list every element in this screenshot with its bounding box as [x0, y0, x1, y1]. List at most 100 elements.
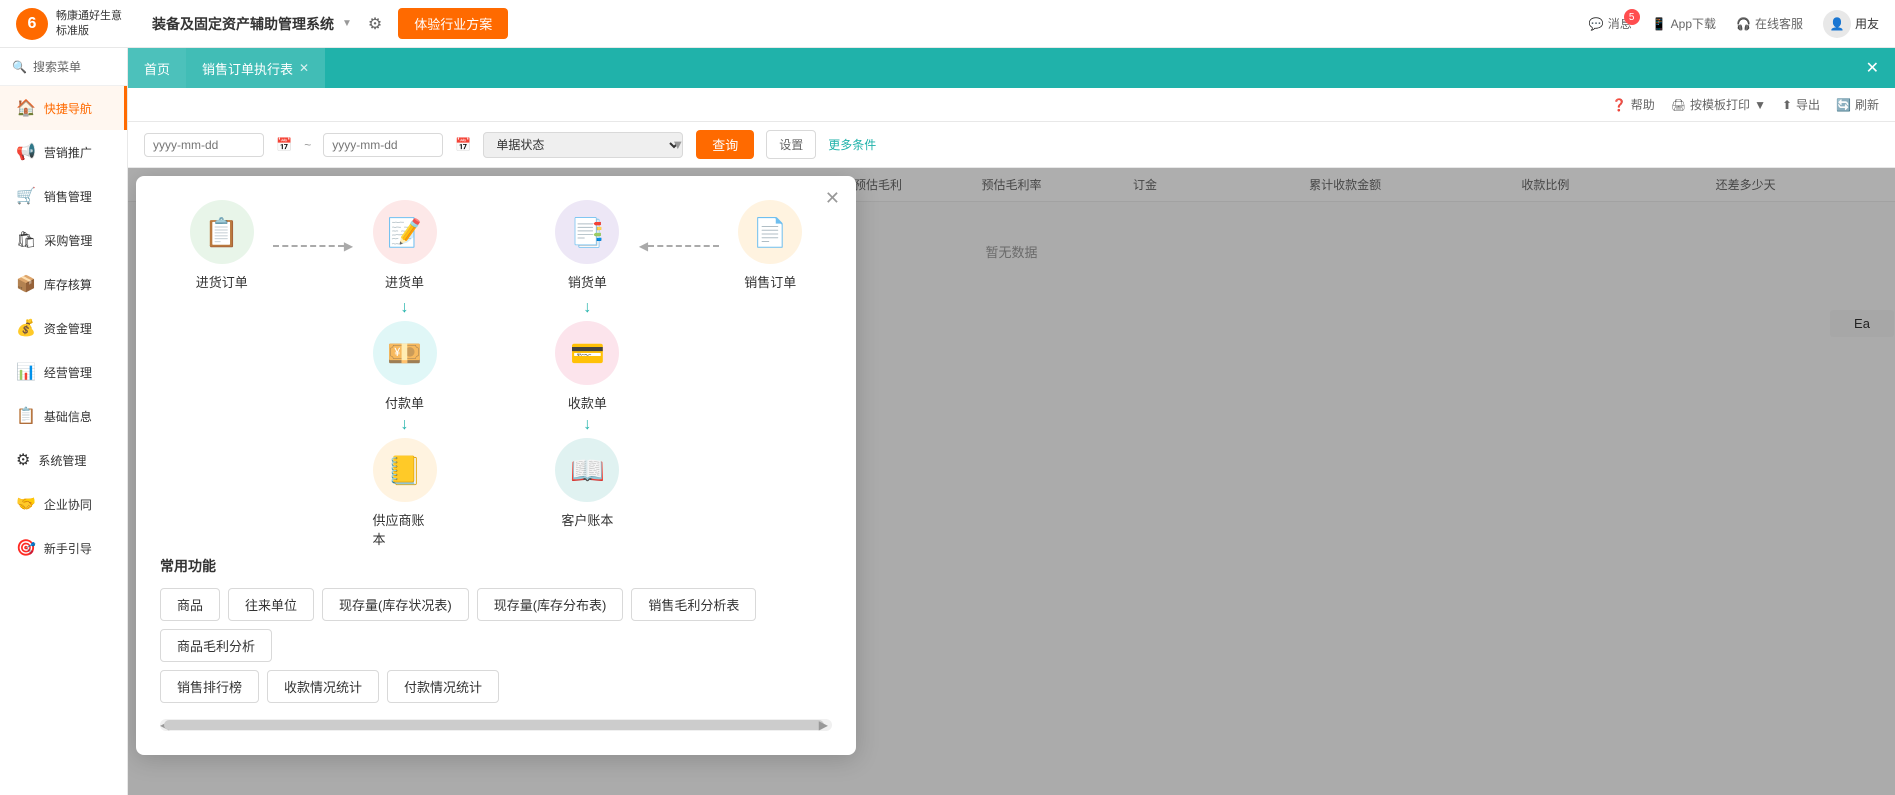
arrow-down-purchase: ↓: [401, 299, 409, 317]
online-service-btn[interactable]: 🎧 在线客服: [1736, 15, 1803, 32]
flow-node-payment[interactable]: 💴 付款单: [373, 321, 437, 412]
modal-overlay[interactable]: ✕ 📋 进货订单 ▶: [128, 168, 1895, 795]
receipt-circle: 💳: [555, 321, 619, 385]
tab-sales-order[interactable]: 销售订单执行表 ✕: [186, 48, 325, 88]
user-avatar-btn[interactable]: 👤 用友: [1823, 10, 1879, 38]
system-dropdown-icon[interactable]: ▼: [342, 18, 352, 29]
date-input[interactable]: [144, 133, 264, 157]
flow-node-customer-ledger[interactable]: 📖 客户账本: [555, 438, 619, 529]
more-conditions-btn[interactable]: 更多条件: [828, 136, 876, 153]
flow-node-receipt[interactable]: 💳 收款单: [555, 321, 619, 412]
settings-icon[interactable]: ⚙: [368, 14, 382, 34]
flow-node-sales-bill[interactable]: 📑 销货单: [555, 200, 619, 291]
flow-node-purchase-order[interactable]: 📋 进货订单: [190, 200, 254, 291]
arrow-down-receipt: ↓: [583, 416, 591, 434]
sidebar-item-sales[interactable]: 🛒 销售管理: [0, 174, 127, 218]
func-btn-counterparties[interactable]: 往来单位: [228, 588, 314, 621]
logo-text: 畅康通好生意 标准版: [56, 9, 122, 38]
print-icon: 🖨: [1671, 98, 1686, 112]
func-btn-products[interactable]: 商品: [160, 588, 220, 621]
func-btn-sales-rank[interactable]: 销售排行榜: [160, 670, 259, 703]
funds-icon: 💰: [16, 318, 36, 338]
arrow-purchase-to-bill: ▶: [273, 239, 353, 253]
system-icon: ⚙: [16, 450, 30, 470]
arrow-down-payment: ↓: [401, 416, 409, 434]
sidebar-item-label: 经营管理: [44, 364, 92, 381]
search-menu[interactable]: 🔍 搜索菜单: [0, 48, 127, 86]
func-buttons-row2: 销售排行榜 收款情况统计 付款情况统计: [160, 670, 832, 703]
sidebar-item-label: 企业协同: [44, 496, 92, 513]
modal-close-btn[interactable]: ✕: [825, 188, 840, 209]
user-name: 用友: [1855, 15, 1879, 32]
newbie-icon: 🎯: [16, 538, 36, 558]
payment-label: 付款单: [385, 393, 424, 412]
purchase-icon: 🛍: [16, 230, 36, 250]
calendar-icon[interactable]: 📅: [276, 137, 292, 153]
sidebar-item-inventory[interactable]: 📦 库存核算: [0, 262, 127, 306]
sidebar-item-operations[interactable]: 📊 经营管理: [0, 350, 127, 394]
modal-scrollbar[interactable]: ◀ ▶: [160, 719, 832, 731]
message-btn[interactable]: 💬 消息 5: [1589, 15, 1632, 32]
date-input-end[interactable]: [323, 133, 443, 157]
enterprise-icon: 🤝: [16, 494, 36, 514]
inventory-icon: 📦: [16, 274, 36, 294]
purchase-order-label: 进货订单: [196, 272, 248, 291]
status-select[interactable]: 单据状态: [483, 132, 683, 158]
flow-node-supplier-ledger[interactable]: 📒 供应商账本: [373, 438, 437, 548]
flow-node-sales-order[interactable]: 📄 销售订单: [738, 200, 802, 291]
calendar-icon-end[interactable]: 📅: [455, 137, 471, 153]
sidebar-item-quick-nav[interactable]: 🏠 快捷导航: [0, 86, 127, 130]
func-btn-stock-dist[interactable]: 现存量(库存分布表): [477, 588, 624, 621]
func-btn-receipt-stats[interactable]: 收款情况统计: [267, 670, 379, 703]
tab-close-icon[interactable]: ✕: [299, 61, 309, 75]
filter-bar: 📅 ~ 📅 单据状态 ▼ 查询 设置 更多条件: [128, 122, 1895, 168]
trial-button[interactable]: 体验行业方案: [398, 8, 508, 39]
common-funcs-title: 常用功能: [160, 556, 832, 576]
sidebar-item-label: 快捷导航: [44, 100, 92, 117]
home-icon: 🏠: [16, 98, 36, 118]
customer-ledger-circle: 📖: [555, 438, 619, 502]
func-btn-payment-stats[interactable]: 付款情况统计: [387, 670, 499, 703]
sidebar-item-label: 库存核算: [44, 276, 92, 293]
sidebar-item-system[interactable]: ⚙ 系统管理: [0, 438, 127, 482]
message-badge: 5: [1624, 9, 1640, 25]
func-btn-product-profit[interactable]: 商品毛利分析: [160, 629, 272, 662]
set-button[interactable]: 设置: [766, 130, 816, 159]
export-btn[interactable]: ⬆ 导出: [1782, 96, 1820, 113]
refresh-icon: 🔄: [1836, 98, 1851, 112]
arrow-order-to-bill: ◀: [639, 239, 719, 253]
sidebar-item-enterprise[interactable]: 🤝 企业协同: [0, 482, 127, 526]
sidebar-item-basic-info[interactable]: 📋 基础信息: [0, 394, 127, 438]
purchase-bill-circle: 📝: [373, 200, 437, 264]
help-btn[interactable]: ❓ 帮助: [1612, 96, 1655, 113]
func-btn-sales-profit[interactable]: 销售毛利分析表: [631, 588, 756, 621]
arrow-down-sales: ↓: [583, 299, 591, 317]
func-btn-stock-status[interactable]: 现存量(库存状况表): [322, 588, 469, 621]
sales-bill-label: 销货单: [568, 272, 607, 291]
sales-order-circle: 📄: [738, 200, 802, 264]
print-dropdown-icon[interactable]: ▼: [1754, 98, 1766, 112]
supplier-ledger-label: 供应商账本: [373, 510, 437, 548]
purchase-bill-label: 进货单: [385, 272, 424, 291]
basicinfo-icon: 📋: [16, 406, 36, 426]
sidebar-item-purchase[interactable]: 🛍 采购管理: [0, 218, 127, 262]
download-icon: 📱: [1652, 17, 1667, 31]
sales-order-label: 销售订单: [744, 272, 796, 291]
sidebar-item-funds[interactable]: 💰 资金管理: [0, 306, 127, 350]
func-buttons-row1: 商品 往来单位 现存量(库存状况表) 现存量(库存分布表) 销售毛利分析表 商品…: [160, 588, 832, 662]
supplier-ledger-circle: 📒: [373, 438, 437, 502]
close-all-tabs-btn[interactable]: ✕: [1850, 58, 1895, 78]
flow-node-purchase-bill[interactable]: 📝 进货单: [373, 200, 437, 291]
sidebar-item-marketing[interactable]: 📢 营销推广: [0, 130, 127, 174]
tab-home[interactable]: 首页: [128, 48, 186, 88]
sidebar-item-newbie[interactable]: 🎯 新手引导: [0, 526, 127, 570]
app-download-btn[interactable]: 📱 App下载: [1652, 15, 1716, 32]
print-btn[interactable]: 🖨 按模板打印 ▼: [1671, 96, 1766, 113]
scrollbar-thumb: [164, 720, 824, 730]
refresh-btn[interactable]: 🔄 刷新: [1836, 96, 1879, 113]
sidebar-item-label: 基础信息: [44, 408, 92, 425]
search-button[interactable]: 查询: [696, 130, 754, 159]
toolbar: ❓ 帮助 🖨 按模板打印 ▼ ⬆ 导出 🔄 刷新: [128, 88, 1895, 122]
status-dropdown-icon: ▼: [671, 137, 684, 152]
scrollbar-right-arrow[interactable]: ▶: [819, 719, 828, 731]
